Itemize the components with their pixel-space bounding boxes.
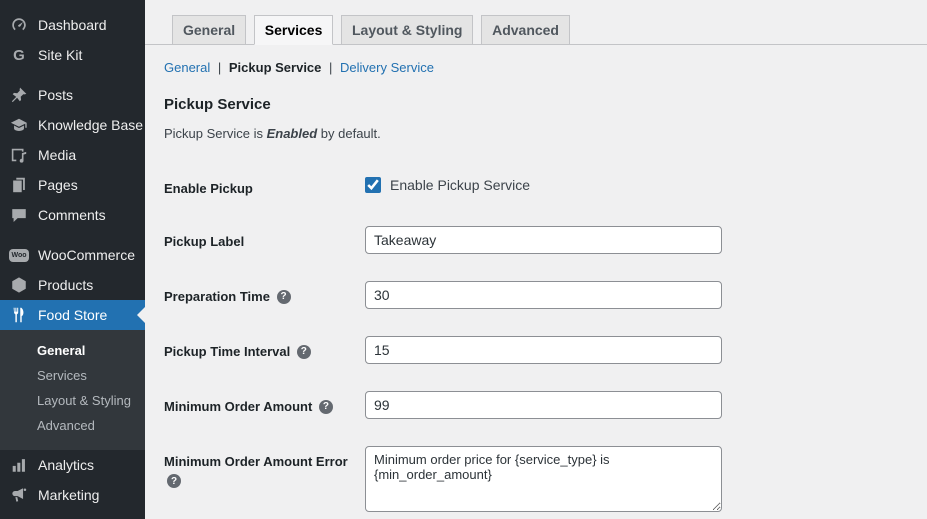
dashboard-icon <box>9 15 29 35</box>
submenu-item-general[interactable]: General <box>0 338 145 363</box>
enable-pickup-row: Enable Pickup Enable Pickup Service <box>164 173 927 199</box>
sidebar-separator <box>0 230 145 240</box>
minimum-order-amount-error-textarea[interactable]: Minimum order price for {service_type} i… <box>365 445 722 512</box>
sidebar-item-label: Posts <box>38 87 74 103</box>
minimum-order-amount-row: Minimum Order Amount ? <box>164 390 927 419</box>
page-description: Pickup Service is Enabled by default. <box>164 126 381 141</box>
pickup-time-interval-input[interactable] <box>365 335 722 364</box>
cube-icon <box>9 275 29 295</box>
sidebar-item-posts[interactable]: Posts <box>0 80 145 110</box>
minimum-order-amount-input[interactable] <box>365 390 722 419</box>
settings-content: General Services Layout & Styling Advanc… <box>145 0 927 519</box>
sidebar-item-products[interactable]: Products <box>0 270 145 300</box>
sidebar-item-analytics[interactable]: Analytics <box>0 450 145 480</box>
admin-sidebar: Dashboard G Site Kit Posts Knowledge Bas… <box>0 0 145 519</box>
megaphone-icon <box>9 485 29 505</box>
pickup-settings-form: Enable Pickup Enable Pickup Service Pick… <box>164 173 927 512</box>
pickup-label-input[interactable] <box>365 225 722 254</box>
sidebar-item-label: Marketing <box>38 487 100 503</box>
subnav-link-general[interactable]: General <box>164 60 210 75</box>
sidebar-item-knowledge-base[interactable]: Knowledge Base <box>0 110 145 140</box>
help-icon[interactable]: ? <box>318 399 333 414</box>
graduation-cap-icon <box>9 115 29 135</box>
sidebar-item-label: Analytics <box>38 457 95 473</box>
tab-advanced[interactable]: Advanced <box>481 15 570 44</box>
help-icon[interactable]: ? <box>276 289 291 304</box>
sidebar-item-label: Pages <box>38 177 78 193</box>
sidebar-item-label: Dashboard <box>38 17 107 33</box>
minimum-order-amount-label: Minimum Order Amount <box>164 398 313 414</box>
sidebar-item-food-store[interactable]: Food Store <box>0 300 145 330</box>
sidebar-item-label: Comments <box>38 207 106 223</box>
sidebar-item-comments[interactable]: Comments <box>0 200 145 230</box>
subnav-link-delivery-service[interactable]: Delivery Service <box>340 60 434 75</box>
sidebar-item-label: Media <box>38 147 77 163</box>
utensils-icon <box>9 305 29 325</box>
subnav-current-pickup-service: Pickup Service <box>228 60 322 75</box>
enable-pickup-control: Enable Pickup Service <box>365 173 530 193</box>
sidebar-item-label: Products <box>38 277 94 293</box>
pickup-time-interval-label: Pickup Time Interval <box>164 343 291 359</box>
submenu-item-advanced[interactable]: Advanced <box>0 413 145 438</box>
description-emphasis: Enabled <box>266 126 318 141</box>
site-kit-icon: G <box>13 46 25 64</box>
preparation-time-input[interactable] <box>365 280 722 309</box>
sidebar-item-media[interactable]: Media <box>0 140 145 170</box>
tab-general[interactable]: General <box>172 15 247 44</box>
comment-bubble-icon <box>9 205 29 225</box>
sidebar-item-site-kit[interactable]: G Site Kit <box>0 40 145 70</box>
tab-services[interactable]: Services <box>253 15 334 45</box>
page-title: Pickup Service <box>164 96 271 113</box>
sidebar-separator <box>0 70 145 80</box>
preparation-time-row: Preparation Time ? <box>164 280 927 309</box>
woocommerce-icon: Woo <box>9 245 29 265</box>
sidebar-item-marketing[interactable]: Marketing <box>0 480 145 510</box>
sidebar-item-label: Site Kit <box>38 47 83 63</box>
sidebar-item-label: WooCommerce <box>38 247 135 263</box>
sidebar-item-label: Food Store <box>38 307 108 323</box>
current-menu-arrow <box>137 307 145 323</box>
pickup-label-label: Pickup Label <box>164 233 245 249</box>
sidebar-item-dashboard[interactable]: Dashboard <box>0 10 145 40</box>
food-store-submenu: General Services Layout & Styling Advanc… <box>0 330 145 450</box>
pickup-label-row: Pickup Label <box>164 225 927 254</box>
sidebar-item-woocommerce[interactable]: Woo WooCommerce <box>0 240 145 270</box>
minimum-order-amount-error-label: Minimum Order Amount Error <box>164 453 348 469</box>
preparation-time-label: Preparation Time <box>164 288 270 304</box>
help-icon[interactable]: ? <box>167 474 181 488</box>
tab-layout-styling[interactable]: Layout & Styling <box>341 15 474 44</box>
sidebar-item-label: Knowledge Base <box>38 117 144 133</box>
service-subnav: General | Pickup Service | Delivery Serv… <box>164 60 927 75</box>
pickup-time-interval-row: Pickup Time Interval ? <box>164 335 927 364</box>
wordpress-admin: Dashboard G Site Kit Posts Knowledge Bas… <box>0 0 927 519</box>
pushpin-icon <box>9 85 29 105</box>
pages-icon <box>9 175 29 195</box>
submenu-item-layout-styling[interactable]: Layout & Styling <box>0 388 145 413</box>
help-icon[interactable]: ? <box>296 344 311 359</box>
enable-pickup-checkbox-label: Enable Pickup Service <box>390 177 531 193</box>
media-icon <box>9 145 29 165</box>
settings-tab-bar: General Services Layout & Styling Advanc… <box>145 0 927 45</box>
minimum-order-amount-error-row: Minimum Order Amount Error ? Minimum ord… <box>164 445 927 512</box>
submenu-item-services[interactable]: Services <box>0 363 145 388</box>
enable-pickup-checkbox[interactable] <box>365 177 381 193</box>
subnav-separator: | <box>217 60 222 75</box>
bar-chart-icon <box>9 455 29 475</box>
sidebar-item-pages[interactable]: Pages <box>0 170 145 200</box>
subnav-separator: | <box>329 60 333 75</box>
enable-pickup-label: Enable Pickup <box>164 181 253 196</box>
